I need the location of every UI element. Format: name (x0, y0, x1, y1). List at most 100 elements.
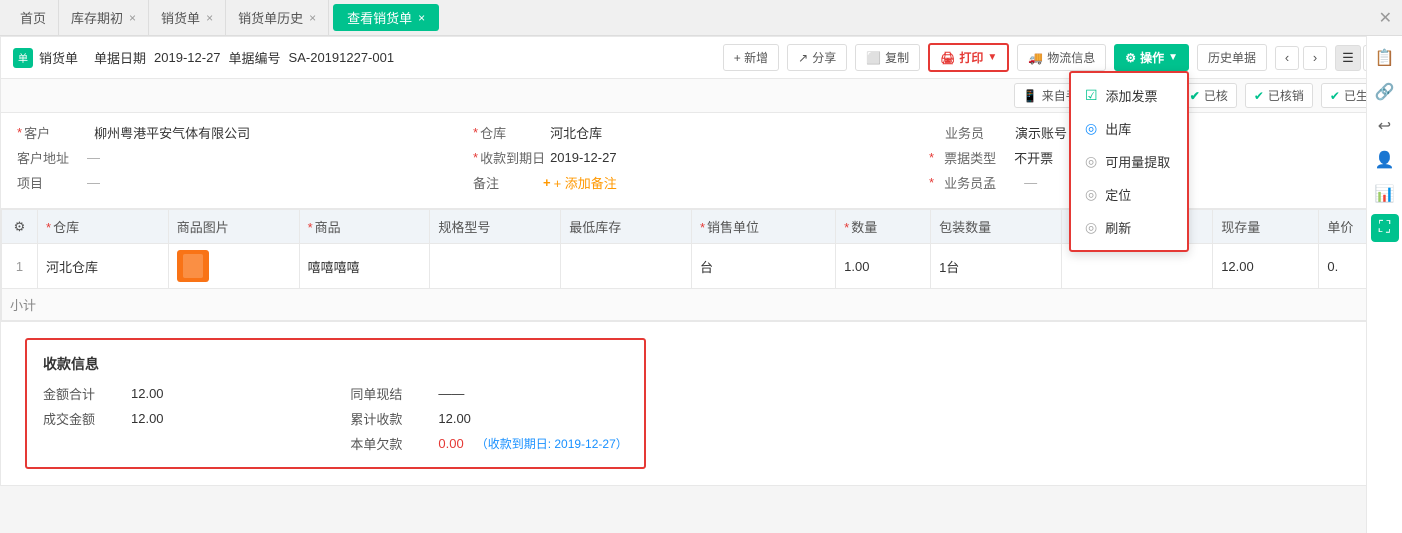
tab-view-sales[interactable]: 查看销货单 × (333, 4, 439, 31)
tab-close-sales-history[interactable]: × (309, 11, 316, 25)
tab-inventory[interactable]: 库存期初 × (59, 0, 149, 35)
available-qty-icon: ◎ (1085, 153, 1097, 170)
operate-button[interactable]: ⚙ 操作 ▼ (1114, 44, 1189, 71)
dropdown-refresh[interactable]: ◎ 刷新 (1071, 211, 1187, 244)
copy-icon: ⬜ (866, 51, 881, 65)
print-dropdown-icon: ▼ (987, 52, 997, 63)
payment-section: 收款信息 金额合计 12.00 同单现结 —— 成交金额 12.00 累计收款 … (25, 338, 646, 469)
view-list[interactable]: ☰ (1335, 45, 1361, 71)
logistics-icon: 🚚 (1028, 51, 1043, 65)
payment-title: 收款信息 (43, 354, 628, 374)
tab-close-inventory[interactable]: × (129, 11, 136, 25)
form-section: * 客户 柳州粤港平安气体有限公司 * 仓库 河北仓库 业务员 演示账号 客户地… (1, 113, 1401, 209)
deal-value: 12.00 (131, 411, 164, 426)
table-row: 1 河北仓库 嘻嘻嘻嘻 台 1.00 1台 12.00 0. (2, 244, 1401, 289)
col-warehouse: *仓库 (38, 210, 169, 244)
order-settle-label: 同单现结 (350, 384, 430, 403)
row-spec (430, 244, 561, 289)
available-qty-label: 可用量提取 (1105, 152, 1170, 171)
payment-owe-row: 本单欠款 0.00 （收款到期日: 2019-12-27） (350, 434, 627, 453)
locate-label: 定位 (1105, 185, 1131, 204)
sidebar-undo-icon[interactable]: ↩ (1371, 112, 1399, 140)
owe-label: 本单欠款 (350, 434, 430, 453)
logistics-button[interactable]: 🚚 物流信息 (1017, 44, 1106, 71)
salesman-label: 业务员孟 (944, 173, 1024, 192)
effective-check-icon: ✔ (1330, 89, 1340, 103)
operate-dropdown: ☑ 添加发票 ◎ 出库 ◎ 可用量提取 ◎ 定位 (1069, 71, 1189, 252)
cumulative-label: 累计收款 (350, 409, 430, 428)
no-label: 单据编号 (229, 48, 281, 67)
operate-dropdown-icon: ▼ (1168, 52, 1178, 63)
field-warehouse: * 仓库 河北仓库 (473, 123, 929, 142)
tab-home[interactable]: 首页 (8, 0, 59, 35)
add-invoice-icon: ☑ (1085, 87, 1098, 104)
owe-value: 0.00 (438, 436, 463, 451)
deal-label: 成交金额 (43, 409, 123, 428)
date-label: 单据日期 (94, 48, 146, 67)
sidebar-chart-icon[interactable]: 📊 (1371, 180, 1399, 208)
col-product: *商品 (299, 210, 430, 244)
outbound-icon: ◎ (1085, 120, 1097, 137)
nav-next[interactable]: › (1303, 46, 1327, 70)
total-value: 12.00 (131, 386, 164, 401)
dropdown-add-invoice[interactable]: ☑ 添加发票 (1071, 79, 1187, 112)
col-unit: *销售单位 (691, 210, 835, 244)
outbound-label: 出库 (1105, 119, 1131, 138)
status-verified: ✔ 已核销 (1245, 83, 1313, 108)
table-header-row: ⚙ *仓库 商品图片 *商品 规格型号 最低库存 *销售单位 *数量 (2, 210, 1401, 244)
payment-wrap: 收款信息 金额合计 12.00 同单现结 —— 成交金额 12.00 累计收款 … (1, 322, 1401, 485)
row-image (168, 244, 299, 289)
print-icon: 🖨 (940, 51, 955, 65)
row-stock: 12.00 (1213, 244, 1319, 289)
refresh-label: 刷新 (1105, 218, 1131, 237)
toolbar: 单 销货单 单据日期 2019-12-27 单据编号 SA-20191227-0… (1, 37, 1401, 79)
tab-sales[interactable]: 销货单 × (149, 0, 226, 35)
sidebar-link-icon[interactable]: 🔗 (1371, 78, 1399, 106)
doc-meta: 单据日期 2019-12-27 单据编号 SA-20191227-001 (94, 48, 394, 67)
operate-icon: ⚙ (1125, 51, 1136, 65)
new-button[interactable]: + 新增 (723, 44, 779, 71)
product-table: ⚙ *仓库 商品图片 *商品 规格型号 最低库存 *销售单位 *数量 (1, 209, 1401, 321)
add-note-btn[interactable]: + + 添加备注 (543, 173, 617, 192)
nav-prev[interactable]: ‹ (1275, 46, 1299, 70)
share-button[interactable]: ↗ 分享 (787, 44, 847, 71)
sub-toolbar: 📱 来自手机 未开票 ✔ 已核 ✔ 已核销 ✔ 已生效 (1, 79, 1401, 113)
row-product: 嘻嘻嘻嘻 (299, 244, 430, 289)
history-button[interactable]: 历史单据 (1197, 44, 1267, 71)
verify-btn[interactable]: ✔ 已核 (1181, 83, 1237, 108)
locate-icon: ◎ (1085, 186, 1097, 203)
staff-label: 业务员 (945, 123, 1015, 142)
ticket-type-label: 票据类型 (944, 148, 1014, 167)
dropdown-available-qty[interactable]: ◎ 可用量提取 (1071, 145, 1187, 178)
row-min-stock (561, 244, 692, 289)
sidebar-user-icon[interactable]: 👤 (1371, 146, 1399, 174)
doc-type-title: 单 销货单 (13, 48, 78, 68)
right-sidebar: 📋 🔗 ↩ 👤 📊 ⛶ (1366, 36, 1402, 533)
tab-close-view-sales[interactable]: × (418, 11, 425, 25)
row-qty: 1.00 (836, 244, 931, 289)
payment-order-settle-row: 同单现结 —— (350, 384, 627, 403)
sidebar-doc-icon[interactable]: 📋 (1371, 44, 1399, 72)
col-stock: 现存量 (1213, 210, 1319, 244)
tab-close-sales[interactable]: × (206, 11, 213, 25)
col-min-stock: 最低库存 (561, 210, 692, 244)
subtotal-label: 小计 (2, 289, 1401, 321)
dropdown-locate[interactable]: ◎ 定位 (1071, 178, 1187, 211)
payment-cumulative-row: 累计收款 12.00 (350, 409, 627, 428)
window-close-icon[interactable]: ✕ (1379, 8, 1392, 28)
copy-button[interactable]: ⬜ 复制 (855, 44, 920, 71)
order-settle-value: —— (438, 386, 464, 401)
no-value: SA-20191227-001 (289, 50, 395, 65)
print-button[interactable]: 🖨 打印 ▼ (928, 43, 1009, 72)
sidebar-expand-icon[interactable]: ⛶ (1371, 214, 1399, 242)
tab-sales-history[interactable]: 销货单历史 × (226, 0, 329, 35)
dropdown-outbound[interactable]: ◎ 出库 (1071, 112, 1187, 145)
nav-arrows: ‹ › (1275, 46, 1327, 70)
field-project: 项目 — (17, 173, 473, 192)
phone-icon: 📱 (1023, 89, 1038, 103)
col-settings[interactable]: ⚙ (2, 210, 38, 244)
verified-check-icon: ✔ (1254, 89, 1264, 103)
col-qty: *数量 (836, 210, 931, 244)
doc-type-icon: 单 (13, 48, 33, 68)
tab-bar: 首页 库存期初 × 销货单 × 销货单历史 × 查看销货单 × ✕ (0, 0, 1402, 36)
